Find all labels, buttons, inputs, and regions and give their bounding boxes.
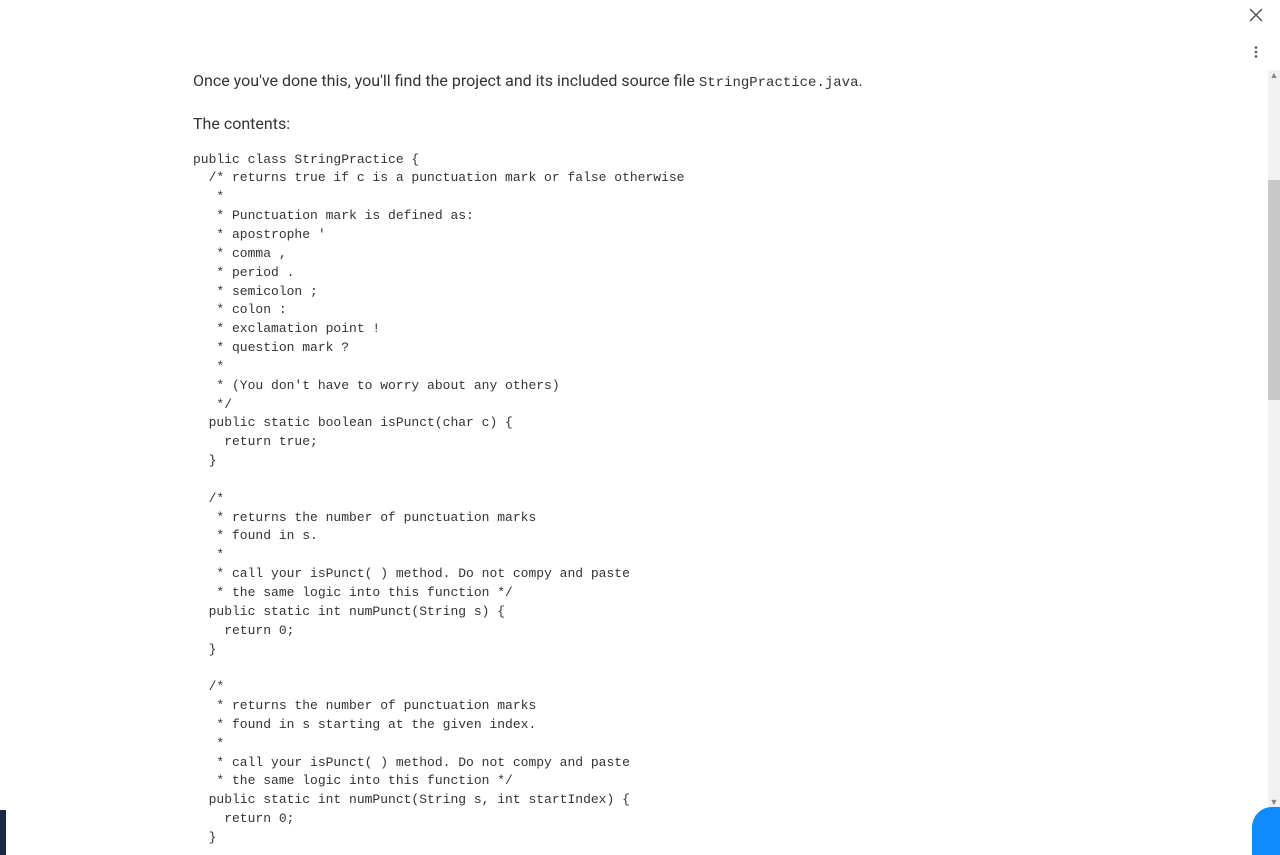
more-options-button[interactable] — [1244, 40, 1268, 64]
code-block: public class StringPractice { /* returns… — [193, 151, 1073, 855]
content-scroll-area[interactable]: Once you've done this, you'll find the p… — [0, 70, 1266, 855]
close-button[interactable] — [1240, 0, 1272, 31]
dots-vertical-icon — [1249, 45, 1263, 59]
intro-prefix: Once you've done this, you'll find the p… — [193, 71, 699, 90]
intro-filename: StringPractice.java — [699, 75, 859, 91]
scrollbar-thumb[interactable] — [1268, 180, 1280, 400]
intro-paragraph: Once you've done this, you'll find the p… — [193, 70, 1073, 94]
close-icon — [1248, 7, 1264, 23]
intro-suffix: . — [858, 71, 862, 90]
help-bubble[interactable] — [1252, 807, 1280, 855]
topbar — [0, 0, 1280, 30]
scroll-up-arrow-icon[interactable]: ▲ — [1268, 70, 1280, 82]
left-side-strip — [0, 810, 6, 855]
content: Once you've done this, you'll find the p… — [173, 70, 1093, 855]
contents-label: The contents: — [193, 114, 1073, 133]
